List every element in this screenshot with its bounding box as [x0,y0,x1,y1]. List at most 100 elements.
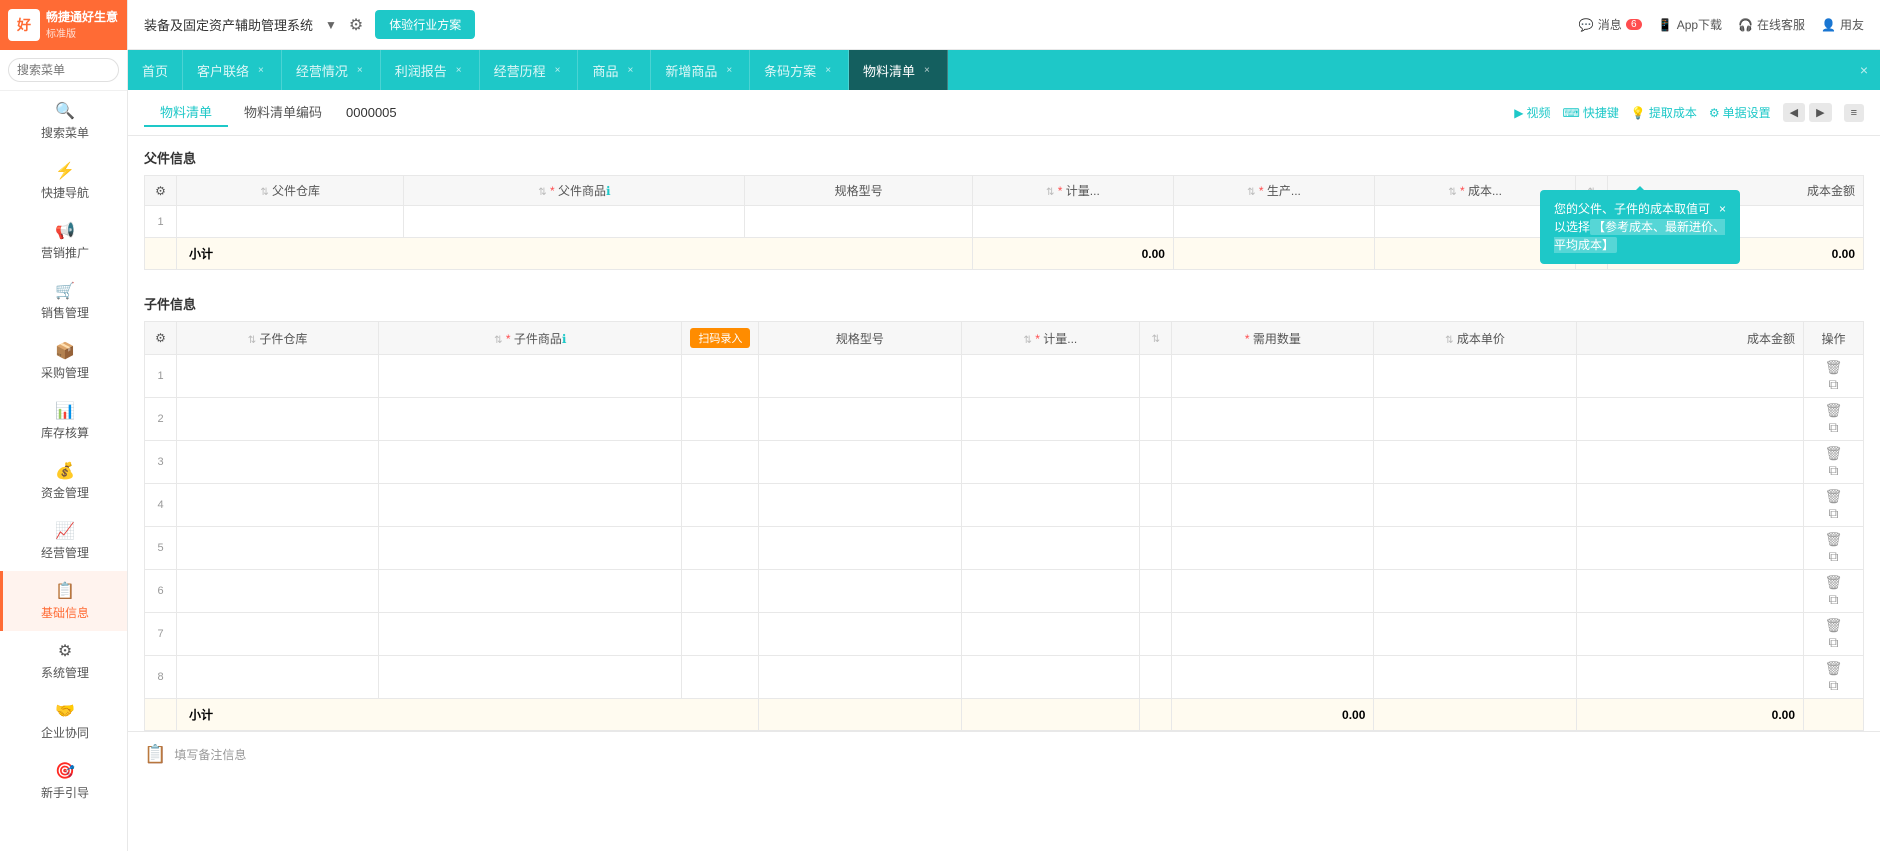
child-cell-product-1[interactable] [379,355,682,398]
quick-icon: ⚡ [55,161,75,181]
tab-home[interactable]: 首页 [128,50,183,90]
child-cell-warehouse-1[interactable] [177,355,379,398]
sidebar-item-search[interactable]: 🔍 搜索菜单 [0,91,127,151]
service-icon: 🎧 [1738,18,1753,32]
child-row-num-4: 4 [145,484,177,527]
app-download-action[interactable]: 📱 App下载 [1658,16,1722,33]
copy-icon-1[interactable]: ⧉ [1825,374,1843,394]
tooltip-close[interactable]: × [1719,200,1726,218]
sidebar-item-basic[interactable]: 📋 基础信息 [0,571,127,631]
child-col-scan: 扫码录入 [682,322,759,355]
sidebar-item-finance[interactable]: 💰 资金管理 [0,451,127,511]
sidebar-nav: 🔍 搜索菜单 ⚡ 快捷导航 📢 营销推广 🛒 销售管理 📦 采购管理 📊 库存核… [0,91,127,851]
child-row-8: 8 🗑 ⧉ [145,656,1864,699]
parent-cell-prod[interactable] [1173,206,1374,238]
sub-header: 物料清单 物料清单编码 0000005 ▶ 视频 ⌨ 快捷键 💡 [128,90,1880,136]
nav-arrows: ◀ ▶ [1783,103,1832,122]
copy-icon-7[interactable]: ⧉ [1825,632,1843,652]
user-action[interactable]: 👤 用友 [1821,16,1864,33]
child-cell-qty-1[interactable] [1172,355,1374,398]
message-action[interactable]: 💬 消息 6 [1579,16,1642,33]
single-settings-action[interactable]: ⚙ 单据设置 [1709,104,1771,121]
child-row-3: 3 🗑 ⧉ [145,441,1864,484]
copy-icon-5[interactable]: ⧉ [1825,546,1843,566]
sidebar-item-system[interactable]: ⚙ 系统管理 [0,631,127,691]
nav-grid[interactable]: ≡ [1844,104,1864,122]
sidebar-item-guide[interactable]: 🎯 新手引导 [0,751,127,811]
shortcut-icon: ⌨ [1563,106,1580,120]
sub-tab-bom-list[interactable]: 物料清单 [144,98,228,127]
child-row-num-3: 3 [145,441,177,484]
scan-button[interactable]: 扫码录入 [690,328,750,348]
copy-icon-2[interactable]: ⧉ [1825,417,1843,437]
parent-col-product: ⇅ * 父件商品ℹ [404,176,745,206]
copy-icon-6[interactable]: ⧉ [1825,589,1843,609]
sidebar-item-label: 快捷导航 [41,184,89,201]
parent-col-settings[interactable]: ⚙ [145,176,177,206]
child-col-warehouse: ⇅ 子件仓库 [177,322,379,355]
child-subtotal-label: 小计 [177,699,759,731]
sidebar-item-purchase[interactable]: 📦 采购管理 [0,331,127,391]
tab-close-profit[interactable]: × [453,64,465,77]
child-cell-spec-1[interactable] [759,355,961,398]
tab-nav-close[interactable]: × [1848,62,1880,78]
sidebar-item-sales[interactable]: 🛒 销售管理 [0,271,127,331]
search-input[interactable] [8,58,119,82]
nav-next[interactable]: ▶ [1809,103,1831,122]
sub-tab-bom-code[interactable]: 物料清单编码 [228,98,338,127]
child-subtotal-qty: 0.00 [1172,699,1374,731]
tab-goods[interactable]: 商品× [578,50,651,90]
tab-customer[interactable]: 客户联络× [183,50,282,90]
tab-history[interactable]: 经营历程× [480,50,579,90]
parent-cell-unit[interactable] [972,206,1173,238]
child-cell-price-1[interactable] [1374,355,1576,398]
tab-close-new-goods[interactable]: × [723,64,735,77]
gear-button[interactable]: ⚙ [349,15,363,35]
tab-close-goods[interactable]: × [624,64,636,77]
child-col-spec: 规格型号 [759,322,961,355]
parent-cell-spec[interactable] [745,206,972,238]
trial-button[interactable]: 体验行业方案 [375,10,475,39]
sidebar-item-quick[interactable]: ⚡ 快捷导航 [0,151,127,211]
app-download-label: App下载 [1677,16,1722,33]
child-row-1: 1 🗑 ⧉ [145,355,1864,398]
child-col-unit: ⇅ * 计量... [961,322,1140,355]
system-dropdown[interactable]: ▼ [325,18,337,32]
sidebar-item-collab[interactable]: 🤝 企业协同 [0,691,127,751]
copy-icon-8[interactable]: ⧉ [1825,675,1843,695]
tab-new-goods[interactable]: 新增商品× [651,50,750,90]
copy-icon-3[interactable]: ⧉ [1825,460,1843,480]
tab-close-ops[interactable]: × [354,64,366,77]
tab-close-barcode[interactable]: × [822,64,834,77]
tab-close-customer[interactable]: × [255,64,267,77]
online-service-action[interactable]: 🎧 在线客服 [1738,16,1805,33]
sidebar-item-label: 系统管理 [41,664,89,681]
tab-bom[interactable]: 物料清单× [849,50,948,90]
tab-operations[interactable]: 经营情况× [282,50,381,90]
child-cell-unit-1[interactable] [961,355,1140,398]
bom-code-display: 0000005 [346,105,397,120]
sidebar-item-label: 经营管理 [41,544,89,561]
view-action[interactable]: ▶ 视频 [1514,104,1550,121]
tab-close-bom[interactable]: × [921,64,933,77]
shortcut-action[interactable]: ⌨ 快捷键 [1563,104,1619,121]
parent-cell-warehouse[interactable] [177,206,404,238]
copy-icon-4[interactable]: ⧉ [1825,503,1843,523]
sidebar-item-operations[interactable]: 📈 经营管理 [0,511,127,571]
nav-prev[interactable]: ◀ [1783,103,1805,122]
tab-barcode[interactable]: 条码方案× [750,50,849,90]
tab-profit[interactable]: 利润报告× [381,50,480,90]
child-row-6: 6 🗑 ⧉ [145,570,1864,613]
child-section: 子件信息 ⚙ ⇅ 子件仓库 ⇅ * 子件商品ℹ [128,282,1880,731]
parent-cell-product[interactable] [404,206,745,238]
child-row-num-5: 5 [145,527,177,570]
extract-cost-action[interactable]: 💡 提取成本 [1631,104,1697,121]
sidebar-item-inventory[interactable]: 📊 库存核算 [0,391,127,451]
logo-text: 畅捷通好生意 [46,10,118,26]
sidebar-search[interactable] [0,50,127,91]
child-col-settings[interactable]: ⚙ [145,322,177,355]
tab-close-history[interactable]: × [552,64,564,77]
message-label: 消息 [1598,16,1622,33]
sidebar-item-marketing[interactable]: 📢 营销推广 [0,211,127,271]
child-subtotal-amount: 0.00 [1576,699,1803,731]
